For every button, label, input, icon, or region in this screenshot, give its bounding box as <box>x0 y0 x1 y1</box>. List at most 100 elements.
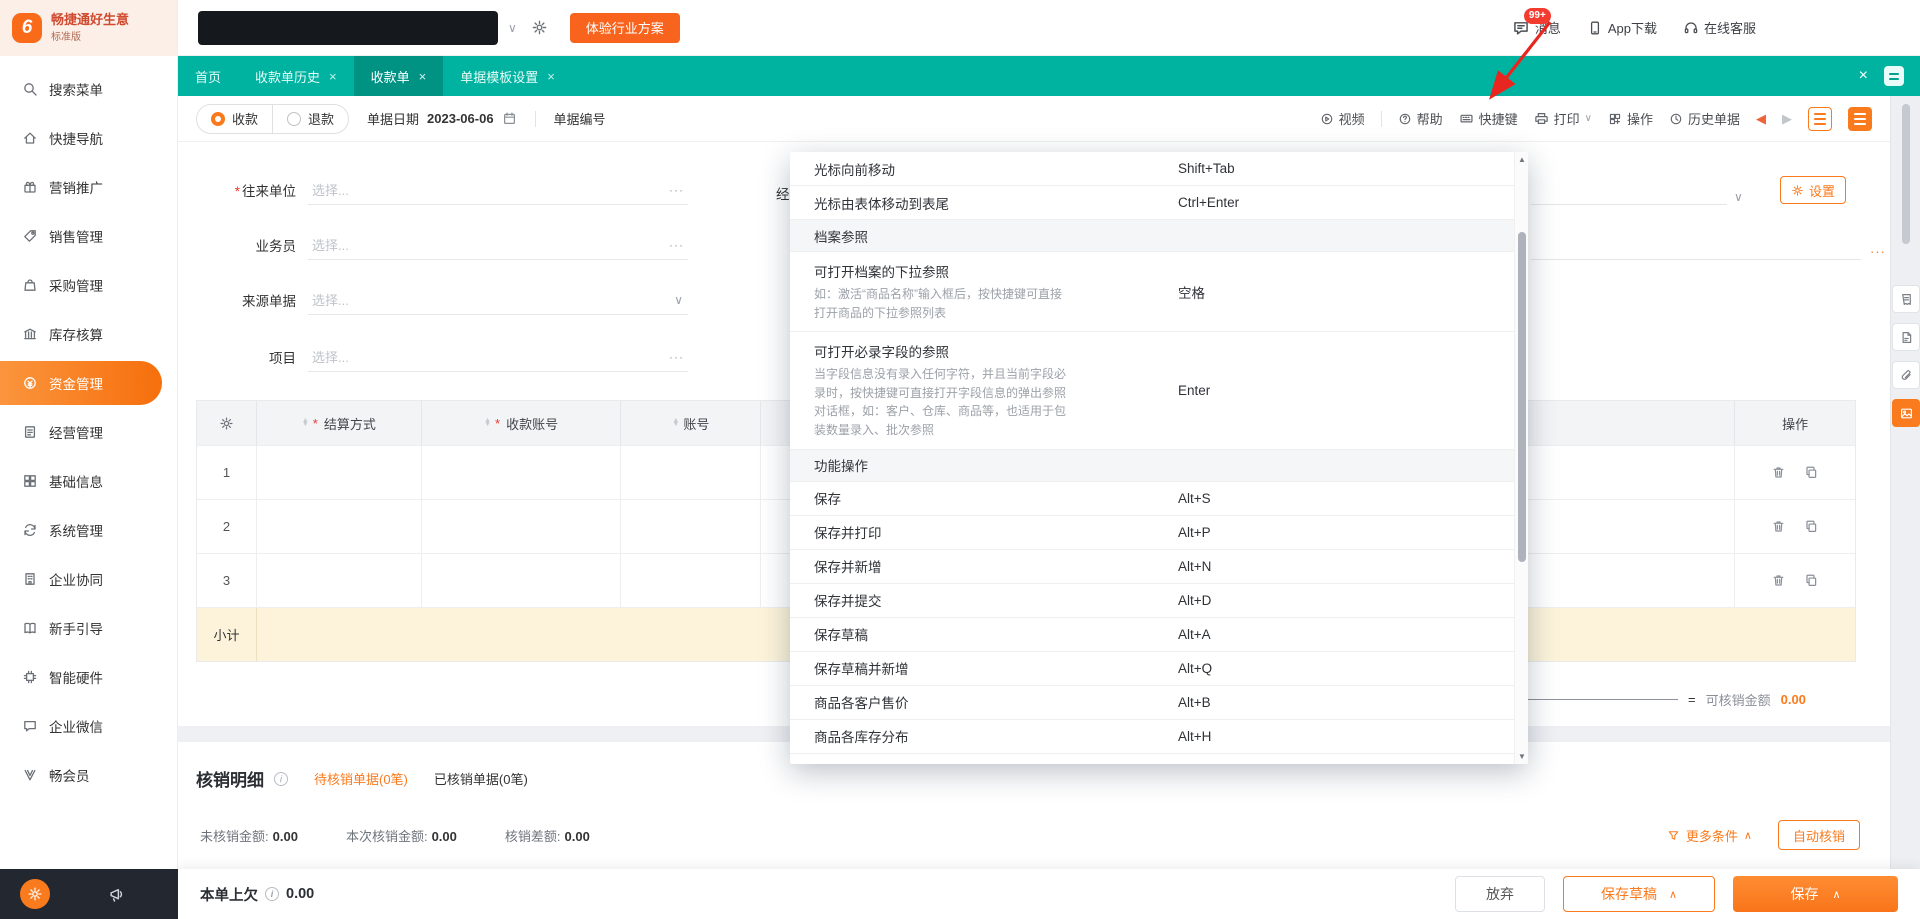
chevron-down-icon[interactable]: ∨ <box>508 21 517 35</box>
page-scrollbar[interactable] <box>1902 104 1910 244</box>
sidebar-item-bank[interactable]: 库存核算 <box>0 309 177 358</box>
auto-writeoff-button[interactable]: 自动核销 <box>1777 820 1860 850</box>
tab-0[interactable]: 首页 <box>178 56 238 96</box>
grid-view-toggle[interactable] <box>1848 106 1872 131</box>
sidebar-item-home[interactable]: 快捷导航 <box>0 113 177 162</box>
tab-2[interactable]: 收款单 × <box>353 56 444 96</box>
scroll-down-icon[interactable]: ▼ <box>1515 752 1528 761</box>
receipt-tool-button[interactable] <box>1892 285 1920 313</box>
sidebar-item-chip[interactable]: 智能硬件 <box>0 652 177 701</box>
close-tab-icon[interactable]: × <box>329 70 337 83</box>
refund-radio[interactable]: 退款 <box>273 105 348 133</box>
table-cell[interactable] <box>422 554 622 607</box>
ellipsis-icon[interactable]: ··· <box>669 183 684 197</box>
tab-list-button[interactable] <box>1884 66 1904 86</box>
table-cell[interactable] <box>422 446 622 499</box>
close-tab-icon[interactable]: × <box>547 70 555 83</box>
cancel-button[interactable]: 放弃 <box>1455 876 1545 912</box>
save-draft-button[interactable]: 保存草稿 ∧ <box>1563 876 1715 912</box>
print-button[interactable]: 打印 ∨ <box>1534 109 1592 128</box>
info-icon[interactable] <box>274 771 288 786</box>
table-cell[interactable] <box>621 446 762 499</box>
next-doc-icon[interactable]: ▶ <box>1782 111 1792 127</box>
sort-icon[interactable]: ▲▼ <box>672 417 679 428</box>
ellipsis-icon[interactable]: ··· <box>669 350 684 364</box>
modal-scroll-thumb[interactable] <box>1518 232 1526 562</box>
sidebar-item-gift[interactable]: 营销推广 <box>0 162 177 211</box>
table-cell[interactable] <box>257 554 422 607</box>
online-service-button[interactable]: 在线客服 <box>1683 18 1756 37</box>
calendar-icon[interactable] <box>502 111 517 126</box>
attachment-tool-button[interactable] <box>1892 361 1920 389</box>
copy-row-icon[interactable] <box>1804 519 1819 534</box>
sort-icon[interactable]: ▲▼ <box>302 417 309 428</box>
more-filters-button[interactable]: 更多条件 ∧ <box>1667 826 1752 845</box>
delete-row-icon[interactable] <box>1771 519 1786 534</box>
announcement-button[interactable] <box>108 885 126 903</box>
template-settings-button[interactable]: 设置 <box>1780 176 1847 204</box>
history-button[interactable]: 历史单据 <box>1669 109 1740 128</box>
org-settings-icon[interactable] <box>531 19 548 36</box>
sidebar-item-search[interactable]: 搜索菜单 <box>0 64 177 113</box>
receipt-radio[interactable]: 收款 <box>197 105 272 133</box>
sidebar-item-sync[interactable]: 系统管理 <box>0 505 177 554</box>
sort-icon[interactable]: ▲▼ <box>484 417 491 428</box>
form-input-1[interactable]: 选择... ··· <box>308 230 688 260</box>
close-tab-icon[interactable]: × <box>419 70 427 83</box>
messages-button[interactable]: 消息 99+ <box>1512 8 1561 37</box>
tab-1[interactable]: 收款单历史 × <box>238 56 354 96</box>
help-button[interactable]: 帮助 <box>1398 109 1443 128</box>
save-button[interactable]: 保存 ∧ <box>1733 876 1898 912</box>
column-header-3[interactable]: ▲ ▼ 账号 <box>621 401 762 445</box>
form-input-2[interactable]: 选择... ∨ <box>308 285 688 315</box>
scroll-up-icon[interactable]: ▲ <box>1515 155 1528 164</box>
table-cell[interactable] <box>422 500 622 553</box>
info-icon[interactable] <box>265 887 279 901</box>
column-header-1[interactable]: ▲ ▼ * 结算方式 <box>257 401 422 445</box>
sidebar-item-grid[interactable]: 基础信息 <box>0 456 177 505</box>
copy-row-icon[interactable] <box>1804 573 1819 588</box>
form-input-3[interactable]: 选择... ··· <box>308 342 688 372</box>
document-tool-button[interactable] <box>1892 323 1920 351</box>
chevron-down-icon[interactable]: ∨ <box>1734 190 1743 204</box>
hotkey-button[interactable]: 快捷键 <box>1459 109 1518 128</box>
app-download-button[interactable]: App下载 <box>1587 18 1657 37</box>
modal-scrollbar[interactable]: ▲ ▼ <box>1514 152 1528 764</box>
organization-select[interactable] <box>198 10 498 45</box>
delete-row-icon[interactable] <box>1771 465 1786 480</box>
chevron-down-icon[interactable]: ∨ <box>674 293 684 307</box>
sidebar-item-building[interactable]: 企业协同 <box>0 554 177 603</box>
sidebar-item-chat[interactable]: 企业微信 <box>0 701 177 750</box>
image-tool-button[interactable] <box>1892 399 1920 427</box>
sidebar-item-bag[interactable]: 采购管理 <box>0 260 177 309</box>
ellipsis-icon[interactable]: ··· <box>669 238 684 252</box>
column-header-5[interactable]: 操作 <box>1735 401 1855 445</box>
actions-button[interactable]: 操作 <box>1608 109 1653 128</box>
tab-pending-writeoff[interactable]: 待核销单据(0笔) <box>314 769 408 788</box>
column-header-0[interactable] <box>197 401 257 445</box>
delete-row-icon[interactable] <box>1771 573 1786 588</box>
sidebar-item-book[interactable]: 新手引导 <box>0 603 177 652</box>
prev-doc-icon[interactable]: ◀ <box>1756 111 1766 127</box>
copy-row-icon[interactable] <box>1804 465 1819 480</box>
table-cell[interactable] <box>621 500 762 553</box>
column-header-2[interactable]: ▲ ▼ * 收款账号 <box>422 401 622 445</box>
close-all-tabs-icon[interactable]: × <box>1859 67 1868 85</box>
list-view-toggle[interactable] <box>1808 106 1832 131</box>
sidebar-item-tag[interactable]: 销售管理 <box>0 211 177 260</box>
form-input-0[interactable]: 选择... ··· <box>308 175 688 205</box>
ellipsis-icon[interactable]: ··· <box>1870 244 1886 259</box>
table-cell[interactable] <box>257 500 422 553</box>
experience-plan-button[interactable]: 体验行业方案 <box>569 12 680 43</box>
sidebar-item-vip[interactable]: 畅会员 <box>0 750 177 799</box>
settings-gear-button[interactable] <box>20 879 50 909</box>
table-cell[interactable] <box>257 446 422 499</box>
sidebar-item-coin[interactable]: 资金管理 <box>0 360 162 405</box>
tab-done-writeoff[interactable]: 已核销单据(0笔) <box>434 769 528 788</box>
sidebar-item-doc[interactable]: 经营管理 <box>0 407 177 456</box>
doc-date-value[interactable]: 2023-06-06 <box>427 111 494 126</box>
video-button[interactable]: 视频 <box>1320 109 1365 128</box>
table-cell[interactable] <box>621 554 762 607</box>
table-settings-icon[interactable] <box>219 416 234 431</box>
tab-3[interactable]: 单据模板设置 × <box>443 56 572 96</box>
